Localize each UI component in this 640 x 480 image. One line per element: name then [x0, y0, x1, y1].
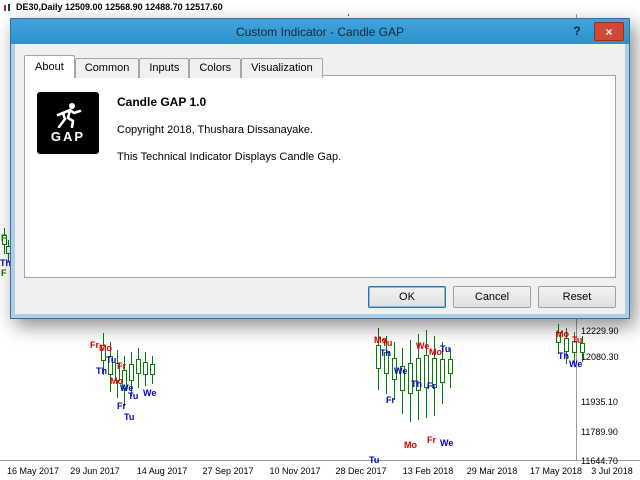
tab-common[interactable]: Common: [74, 58, 140, 78]
day-marker: We: [416, 341, 430, 351]
day-marker: Tu: [128, 391, 139, 401]
day-marker: Fr: [117, 361, 126, 371]
dialog-titlebar[interactable]: Custom Indicator - Candle GAP ? ×: [11, 19, 629, 44]
dialog-body: About Common Inputs Colors Visualization GAP…: [15, 44, 625, 314]
candle-body: [129, 364, 134, 381]
day-marker: Th: [411, 379, 422, 389]
running-man-icon: [56, 103, 82, 128]
close-button[interactable]: ×: [594, 22, 624, 41]
day-marker: Fr: [90, 340, 99, 350]
indicator-name: Candle GAP 1.0: [117, 95, 207, 109]
day-marker: Th: [558, 351, 569, 361]
day-marker: Th: [380, 348, 391, 358]
symbol-bar: DE30,Daily 12509.00 12568.90 12488.70 12…: [0, 0, 640, 14]
day-marker: Tu: [572, 335, 583, 345]
date-label: 17 May 2018: [529, 466, 583, 476]
day-marker: We: [394, 366, 408, 376]
day-marker: F: [1, 233, 7, 243]
price-label: 11789.90: [581, 427, 618, 437]
about-text-block: Candle GAP 1.0 Copyright 2018, Thushara …: [117, 92, 341, 163]
price-label: 12080.30: [581, 352, 619, 362]
candle-body: [440, 359, 445, 383]
price-label: 11644.70: [581, 456, 618, 466]
date-label: 29 Jun 2017: [70, 466, 120, 476]
mt4-chart-window: 13695.1012229.9012080.3011935.1011789.90…: [0, 0, 640, 480]
close-icon: ×: [605, 24, 613, 39]
cancel-button[interactable]: Cancel: [453, 286, 531, 308]
candle-body: [136, 359, 141, 374]
date-label: 10 Nov 2017: [269, 466, 321, 476]
description-text: This Technical Indicator Displays Candle…: [117, 151, 342, 163]
day-marker: Fr: [427, 435, 436, 445]
date-label: 16 May 2017: [6, 466, 60, 476]
dialog-buttons: OK Cancel Reset: [368, 286, 616, 308]
date-label: 27 Sep 2017: [202, 466, 254, 476]
candle-gap-logo: GAP: [37, 92, 99, 154]
copyright-text: Copyright 2018, Thushara Dissanayake.: [117, 124, 314, 136]
symbol-ohlc-text: DE30,Daily 12509.00 12568.90 12488.70 12…: [16, 2, 223, 12]
day-marker: Tu: [124, 412, 135, 422]
help-button[interactable]: ?: [569, 24, 585, 40]
tab-visualization[interactable]: Visualization: [241, 58, 323, 78]
candle-body: [143, 362, 148, 375]
day-marker: Tu: [440, 344, 451, 354]
day-marker: Mo: [99, 343, 112, 353]
gap-logo-text: GAP: [50, 129, 86, 144]
price-label: 12229.90: [581, 326, 619, 336]
day-marker: We: [569, 359, 583, 369]
date-label: 29 Mar 2018: [466, 466, 518, 476]
candle-body: [564, 338, 569, 352]
candle-body: [150, 364, 155, 375]
day-marker: Fr: [427, 381, 436, 391]
dialog-title: Custom Indicator - Candle GAP: [235, 24, 405, 39]
date-label: 3 Jul 2018: [591, 466, 633, 476]
day-marker: Tu: [369, 455, 380, 465]
about-content: GAP Candle GAP 1.0 Copyright 2018, Thush…: [25, 76, 615, 179]
date-label: 14 Aug 2017: [136, 466, 188, 476]
ok-button[interactable]: OK: [368, 286, 446, 308]
dialog-tabs: About Common Inputs Colors Visualization: [24, 54, 616, 78]
date-label: 13 Feb 2018: [402, 466, 454, 476]
day-marker: Fr: [117, 401, 126, 411]
reset-button[interactable]: Reset: [538, 286, 616, 308]
tab-colors[interactable]: Colors: [189, 58, 242, 78]
day-marker: We: [143, 388, 157, 398]
tab-inputs[interactable]: Inputs: [139, 58, 190, 78]
day-marker: F: [1, 268, 7, 278]
custom-indicator-dialog: Custom Indicator - Candle GAP ? × About C…: [10, 18, 630, 319]
candle-body: [448, 359, 453, 374]
day-marker: Mo: [404, 440, 417, 450]
price-label: 11935.10: [581, 397, 618, 407]
day-marker: Mo: [556, 329, 569, 339]
day-marker: Th: [96, 366, 107, 376]
tab-about[interactable]: About: [24, 55, 75, 78]
time-axis-line: [0, 460, 640, 461]
date-label: 28 Dec 2017: [335, 466, 387, 476]
day-marker: Fr: [386, 395, 395, 405]
candlestick-chart-icon: [4, 3, 10, 11]
day-marker: Tu: [382, 338, 393, 348]
day-marker: Tu: [106, 355, 117, 365]
day-marker: We: [440, 438, 454, 448]
about-tab-panel: GAP Candle GAP 1.0 Copyright 2018, Thush…: [24, 75, 616, 278]
